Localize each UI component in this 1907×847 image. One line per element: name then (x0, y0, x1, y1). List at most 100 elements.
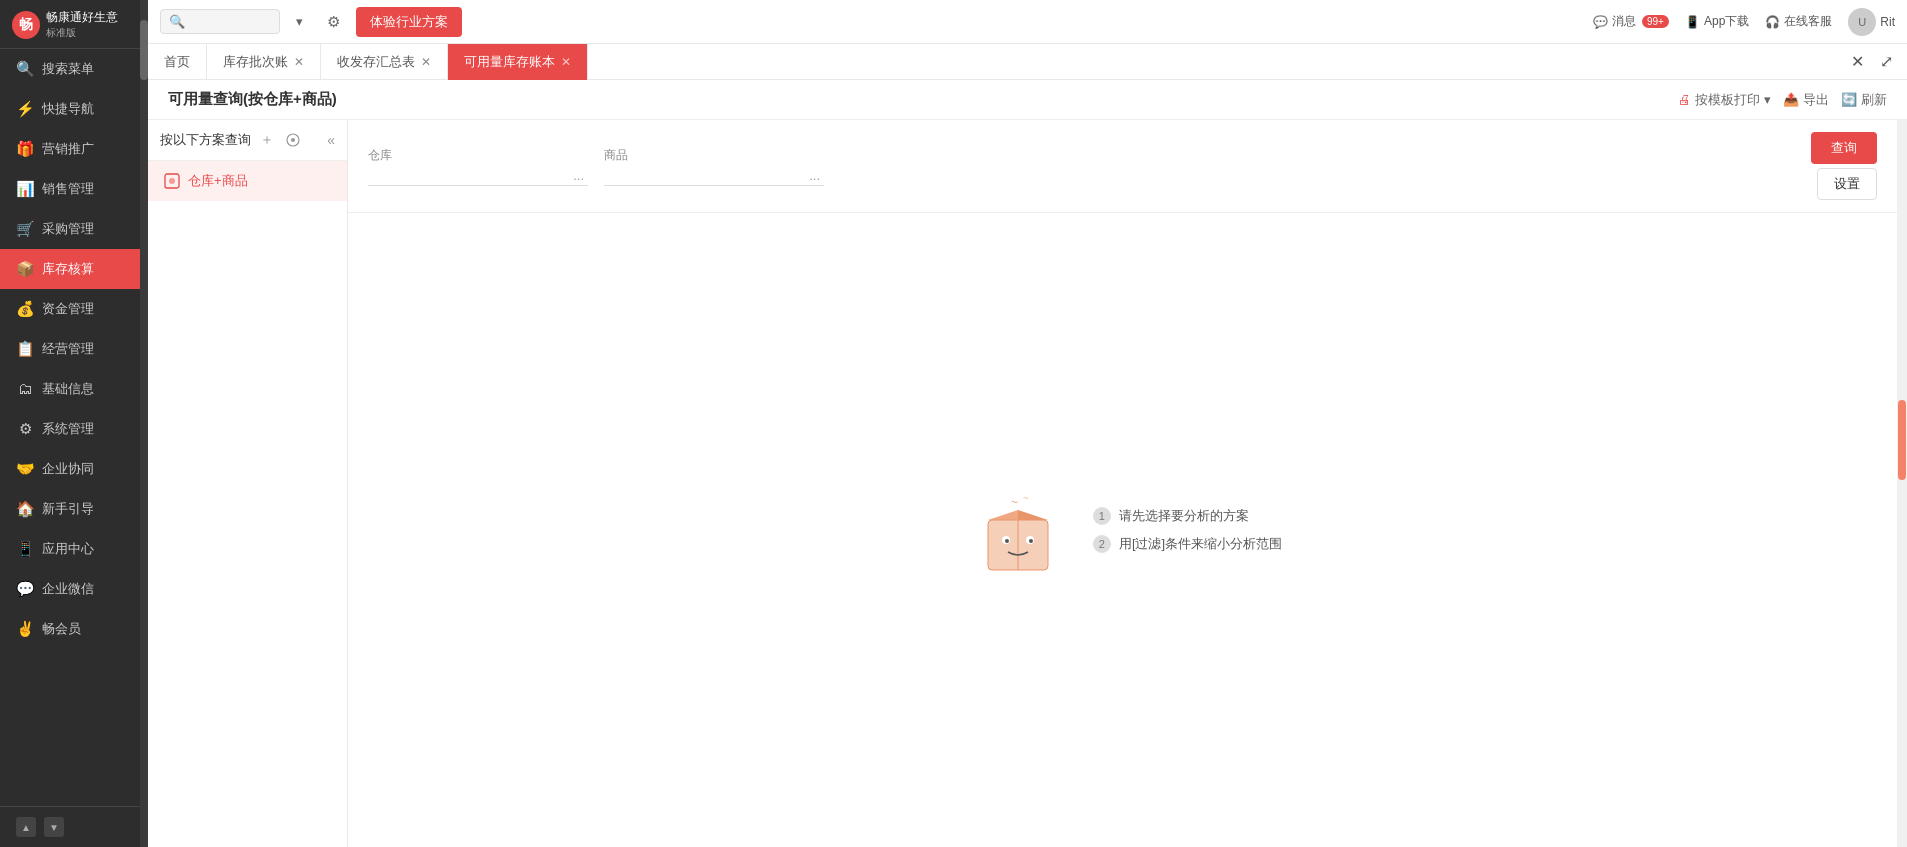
sidebar-item-quicknav[interactable]: ⚡ 快捷导航 (0, 89, 140, 129)
content-body: 按以下方案查询 ＋ « (148, 120, 1907, 847)
tab-close-all-btn[interactable]: ✕ (1845, 48, 1870, 75)
refresh-icon: 🔄 (1841, 92, 1857, 107)
marketing-icon: 🎁 (16, 140, 34, 158)
finance-icon: 💰 (16, 300, 34, 318)
sidebar-item-cooperation[interactable]: 🤝 企业协同 (0, 449, 140, 489)
empty-hint-2: 2 用[过滤]条件来缩小分析范围 (1093, 535, 1282, 553)
search-icon: 🔍 (169, 14, 185, 29)
sidebar-bottom: ▲ ▼ (0, 806, 140, 847)
purchase-icon: 🛒 (16, 220, 34, 238)
topbar-gear-icon[interactable]: ⚙ (319, 9, 348, 35)
industry-btn[interactable]: 体验行业方案 (356, 7, 462, 37)
empty-hints: 1 请先选择要分析的方案 2 用[过滤]条件来缩小分析范围 (1093, 507, 1282, 553)
page-right-scrollbar (1897, 120, 1907, 847)
topbar-search-input[interactable] (189, 15, 269, 29)
svg-text:~: ~ (1023, 493, 1029, 504)
tabs-bar: 首页 库存批次账 ✕ 收发存汇总表 ✕ 可用量库存账本 ✕ ✕ ⤢ (148, 44, 1907, 80)
left-panel-header: 按以下方案查询 ＋ « (148, 120, 347, 161)
sidebar-item-operation[interactable]: 📋 经营管理 (0, 329, 140, 369)
tab-batch-close[interactable]: ✕ (294, 55, 304, 69)
add-scheme-btn[interactable]: ＋ (257, 130, 277, 150)
tab-summary[interactable]: 收发存汇总表 ✕ (321, 44, 448, 80)
goods-more-btn[interactable]: ... (809, 168, 820, 183)
export-action[interactable]: 📤 导出 (1783, 91, 1829, 109)
wechat-icon: 💬 (16, 580, 34, 598)
warehouse-more-btn[interactable]: ... (573, 168, 584, 183)
topbar-dropdown-btn[interactable]: ▾ (288, 10, 311, 33)
download-icon: 📱 (1685, 15, 1700, 29)
refresh-action[interactable]: 🔄 刷新 (1841, 91, 1887, 109)
export-label: 导出 (1803, 91, 1829, 109)
left-panel: 按以下方案查询 ＋ « (148, 120, 348, 847)
empty-state-content: ~ ~ 1 请先选择要分析的方案 2 用[过滤]条件来缩小分析范围 (963, 480, 1282, 580)
system-icon: ⚙ (16, 420, 34, 438)
tab-available-close[interactable]: ✕ (561, 55, 571, 69)
warehouse-input-wrap: ... (368, 166, 588, 186)
sidebar-item-inventory[interactable]: 📦 库存核算 (0, 249, 140, 289)
empty-hint-1: 1 请先选择要分析的方案 (1093, 507, 1282, 525)
tab-available[interactable]: 可用量库存账本 ✕ (448, 44, 588, 80)
sidebar-item-finance[interactable]: 💰 资金管理 (0, 289, 140, 329)
scroll-up-btn[interactable]: ▲ (16, 817, 36, 837)
sidebar-item-appcenter[interactable]: 📱 应用中心 (0, 529, 140, 569)
right-scroll-thumb[interactable] (1898, 400, 1906, 480)
tab-summary-close[interactable]: ✕ (421, 55, 431, 69)
user-name: Rit (1880, 15, 1895, 29)
main-container: 🔍 ▾ ⚙ 体验行业方案 💬 消息 99+ 📱 App下载 🎧 在线客服 U R… (148, 0, 1907, 847)
refresh-label: 刷新 (1861, 91, 1887, 109)
goods-input[interactable] (608, 168, 805, 183)
filter-row: 仓库 ... 商品 ... (348, 120, 1897, 213)
right-panel: 仓库 ... 商品 ... (348, 120, 1897, 847)
settings-btn[interactable]: 设置 (1817, 168, 1877, 200)
scroll-down-btn[interactable]: ▼ (44, 817, 64, 837)
notification-btn[interactable]: 💬 消息 99+ (1593, 13, 1669, 30)
scheme-item-warehouse-goods[interactable]: 仓库+商品 (148, 161, 347, 201)
query-btn[interactable]: 查询 (1811, 132, 1877, 164)
app-download-btn[interactable]: 📱 App下载 (1685, 13, 1749, 30)
user-profile[interactable]: U Rit (1848, 8, 1895, 36)
page-header: 可用量查询(按仓库+商品) 🖨 按模板打印 ▾ 📤 导出 🔄 刷新 (148, 80, 1907, 120)
goods-filter: 商品 ... (604, 147, 824, 186)
manage-scheme-btn[interactable] (283, 130, 303, 150)
tab-home[interactable]: 首页 (148, 44, 207, 80)
print-action[interactable]: 🖨 按模板打印 ▾ (1678, 91, 1771, 109)
sidebar-item-system[interactable]: ⚙ 系统管理 (0, 409, 140, 449)
tab-expand-btn[interactable]: ⤢ (1874, 48, 1899, 75)
goods-input-wrap: ... (604, 166, 824, 186)
export-icon: 📤 (1783, 92, 1799, 107)
search-icon: 🔍 (16, 60, 34, 78)
tabs-end-buttons: ✕ ⤢ (1845, 48, 1907, 75)
inventory-icon: 📦 (16, 260, 34, 278)
sidebar-item-label: 资金管理 (42, 300, 94, 318)
sidebar-item-label: 采购管理 (42, 220, 94, 238)
sidebar-item-basic[interactable]: 🗂 基础信息 (0, 369, 140, 409)
page-title: 可用量查询(按仓库+商品) (168, 90, 337, 109)
logo-icon: 畅 (12, 11, 40, 39)
sidebar-item-vip[interactable]: ✌ 畅会员 (0, 609, 140, 649)
sidebar-item-label: 企业微信 (42, 580, 94, 598)
sidebar-item-marketing[interactable]: 🎁 营销推广 (0, 129, 140, 169)
topbar-right: 💬 消息 99+ 📱 App下载 🎧 在线客服 U Rit (1593, 8, 1895, 36)
collapse-panel-btn[interactable]: « (327, 132, 335, 148)
svg-point-1 (291, 138, 295, 142)
tab-summary-label: 收发存汇总表 (337, 53, 415, 71)
app-download-label: App下载 (1704, 13, 1749, 30)
warehouse-input[interactable] (372, 168, 569, 183)
print-label: 按模板打印 (1695, 91, 1760, 109)
tab-batch[interactable]: 库存批次账 ✕ (207, 44, 321, 80)
sidebar-item-wechat[interactable]: 💬 企业微信 (0, 569, 140, 609)
sidebar-logo: 畅 畅康通好生意 标准版 (0, 0, 140, 49)
tab-home-label: 首页 (164, 53, 190, 71)
hint-num-2: 2 (1093, 535, 1111, 553)
sidebar-item-search[interactable]: 🔍 搜索菜单 (0, 49, 140, 89)
sales-icon: 📊 (16, 180, 34, 198)
cooperation-icon: 🤝 (16, 460, 34, 478)
sidebar-scroll: 🔍 搜索菜单 ⚡ 快捷导航 🎁 营销推广 📊 销售管理 🛒 采购管理 📦 库存核… (0, 49, 140, 806)
tab-batch-label: 库存批次账 (223, 53, 288, 71)
online-service-btn[interactable]: 🎧 在线客服 (1765, 13, 1832, 30)
topbar: 🔍 ▾ ⚙ 体验行业方案 💬 消息 99+ 📱 App下载 🎧 在线客服 U R… (148, 0, 1907, 44)
sidebar-item-purchase[interactable]: 🛒 采购管理 (0, 209, 140, 249)
tab-available-label: 可用量库存账本 (464, 53, 555, 71)
sidebar-item-newbie[interactable]: 🏠 新手引导 (0, 489, 140, 529)
sidebar-item-sales[interactable]: 📊 销售管理 (0, 169, 140, 209)
